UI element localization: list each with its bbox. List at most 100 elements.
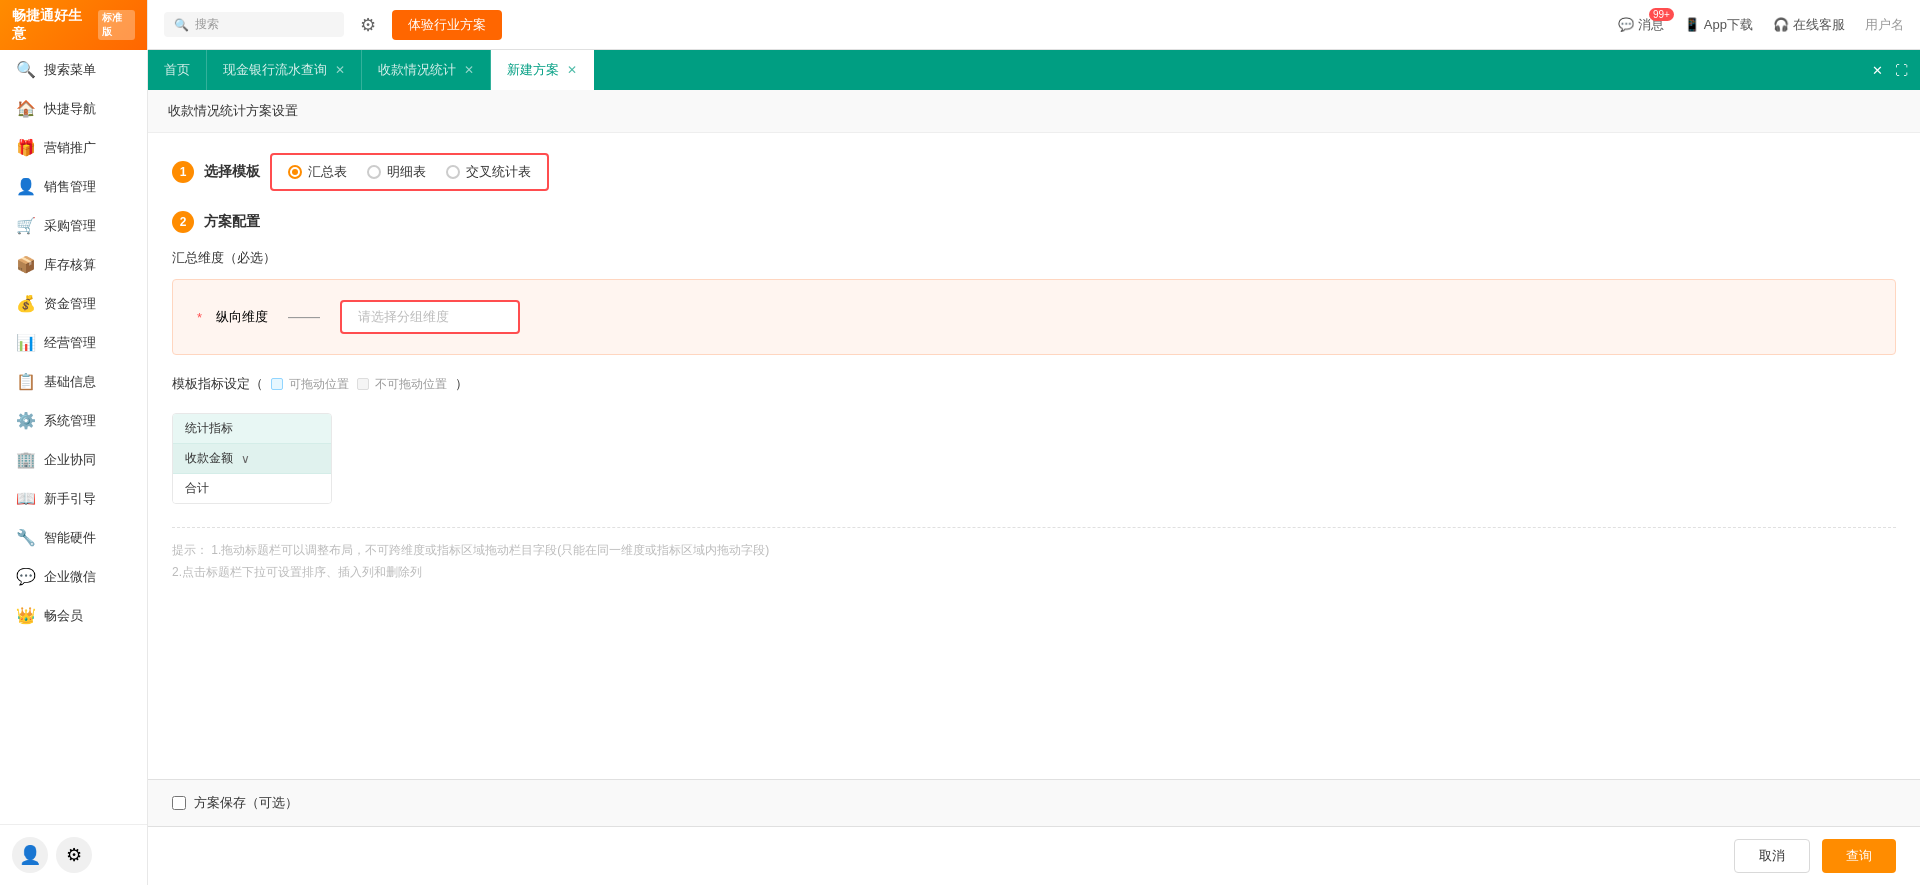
radio-cross-circle xyxy=(446,165,460,179)
sidebar-icon-sales: 👤 xyxy=(16,177,36,196)
user-label: 用户名 xyxy=(1865,16,1904,34)
search-bar[interactable]: 🔍 搜索 xyxy=(164,12,344,37)
sidebar-item-operations[interactable]: 📊经营管理 xyxy=(0,323,147,362)
sidebar-item-inventory[interactable]: 📦库存核算 xyxy=(0,245,147,284)
support-label: 在线客服 xyxy=(1793,16,1845,34)
sidebar-icon-member: 👑 xyxy=(16,606,36,625)
download-icon: 📱 xyxy=(1684,17,1700,32)
tab-new-plan[interactable]: 新建方案 ✕ xyxy=(491,50,594,90)
step1-title: 选择模板 xyxy=(204,163,260,181)
sidebar-icon-quick-nav: 🏠 xyxy=(16,99,36,118)
sidebar-label-enterprise: 企业协同 xyxy=(44,451,96,469)
tab-close-receipt-stats[interactable]: ✕ xyxy=(464,63,474,77)
tab-receipt-stats[interactable]: 收款情况统计 ✕ xyxy=(362,50,491,90)
search-icon: 🔍 xyxy=(174,18,189,32)
metrics-column-row[interactable]: 收款金额 ∨ xyxy=(173,444,331,474)
support-item[interactable]: 🎧 在线客服 xyxy=(1773,16,1845,34)
sidebar-label-finance: 资金管理 xyxy=(44,295,96,313)
metrics-dropdown-icon[interactable]: ∨ xyxy=(241,452,250,466)
tab-label-home: 首页 xyxy=(164,61,190,79)
sidebar-item-quick-nav[interactable]: 🏠 快捷导航 xyxy=(0,89,147,128)
radio-detail-circle xyxy=(367,165,381,179)
topbar: 🔍 搜索 ⚙ 体验行业方案 💬 消息 99+ 📱 App下载 🎧 在线客服 用户… xyxy=(148,0,1920,50)
radio-detail[interactable]: 明细表 xyxy=(367,163,426,181)
sidebar-item-wechat[interactable]: 💬企业微信 xyxy=(0,557,147,596)
query-button[interactable]: 查询 xyxy=(1822,839,1896,873)
sidebar-logo: 畅捷通好生意 标准版 xyxy=(0,0,147,50)
sidebar-item-sales[interactable]: 👤销售管理 xyxy=(0,167,147,206)
logo-text: 畅捷通好生意 xyxy=(12,7,94,43)
sidebar-item-enterprise[interactable]: 🏢 企业协同 xyxy=(0,440,147,479)
sidebar-item-marketing[interactable]: 🎁营销推广 xyxy=(0,128,147,167)
tab-close-bank-flow[interactable]: ✕ xyxy=(335,63,345,77)
trial-button[interactable]: 体验行业方案 xyxy=(392,10,502,40)
save-checkbox[interactable] xyxy=(172,796,186,810)
bottom-bar: 取消 查询 xyxy=(148,826,1920,885)
sidebar-icon-hardware: 🔧 xyxy=(16,528,36,547)
tabbar-maximize-icon[interactable]: ⛶ xyxy=(1895,63,1908,78)
settings-icon[interactable]: ⚙ xyxy=(360,14,376,36)
sidebar-label-search-menu: 搜索菜单 xyxy=(44,61,96,79)
page-header-title: 收款情况统计方案设置 xyxy=(168,103,298,118)
metrics-section-close: ） xyxy=(455,375,468,393)
step1-number: 1 xyxy=(172,161,194,183)
tab-close-new-plan[interactable]: ✕ xyxy=(567,63,577,77)
tabbar-close-icon[interactable]: ✕ xyxy=(1872,63,1883,78)
tabbar: 首页现金银行流水查询✕收款情况统计✕新建方案✕✕⛶ xyxy=(148,50,1920,90)
sidebar-item-hardware[interactable]: 🔧 智能硬件 xyxy=(0,518,147,557)
metrics-section-title: 模板指标设定（ xyxy=(172,375,263,393)
sidebar-icon-finance: 💰 xyxy=(16,294,36,313)
radio-summary-circle xyxy=(288,165,302,179)
sidebar-icon-search-menu: 🔍 xyxy=(16,60,36,79)
sidebar-label-wechat: 企业微信 xyxy=(44,568,96,586)
metrics-data-row: 合计 xyxy=(173,474,331,503)
sidebar-item-guide[interactable]: 📖 新手引导 xyxy=(0,479,147,518)
sidebar-icon-guide: 📖 xyxy=(16,489,36,508)
sidebar-footer: 👤 ⚙ xyxy=(0,824,147,885)
template-options: 汇总表 明细表 交叉统计表 xyxy=(270,153,549,191)
sidebar-label-guide: 新手引导 xyxy=(44,490,96,508)
sidebar-label-system: 系统管理 xyxy=(44,412,96,430)
sidebar-label-marketing: 营销推广 xyxy=(44,139,96,157)
tab-label-bank-flow: 现金银行流水查询 xyxy=(223,61,327,79)
sidebar-item-finance[interactable]: 💰 资金管理 xyxy=(0,284,147,323)
tabbar-actions: ✕⛶ xyxy=(1860,50,1920,90)
tab-label-new-plan: 新建方案 xyxy=(507,61,559,79)
radio-cross[interactable]: 交叉统计表 xyxy=(446,163,531,181)
tab-bank-flow[interactable]: 现金银行流水查询 ✕ xyxy=(207,50,362,90)
sidebar-label-hardware: 智能硬件 xyxy=(44,529,96,547)
sidebar-item-purchase[interactable]: 🛒采购管理 xyxy=(0,206,147,245)
sidebar-label-quick-nav: 快捷导航 xyxy=(44,100,96,118)
sidebar: 畅捷通好生意 标准版 🔍 搜索菜单 🏠 快捷导航 🎁营销推广👤销售管理🛒采购管理📦库存核… xyxy=(0,0,148,885)
sidebar-item-search-menu[interactable]: 🔍 搜索菜单 xyxy=(0,50,147,89)
sidebar-item-member[interactable]: 👑 畅会员 xyxy=(0,596,147,635)
notification-item[interactable]: 💬 消息 99+ xyxy=(1618,16,1664,34)
dimension-area: * 纵向维度 —— 请选择分组维度 xyxy=(172,279,1896,355)
sidebar-footer-btn-1[interactable]: 👤 xyxy=(12,837,48,873)
save-label: 方案保存（可选） xyxy=(194,794,298,812)
metrics-table: 统计指标 收款金额 ∨ 合计 xyxy=(172,413,332,504)
legend-dot-blue xyxy=(271,378,283,390)
legend-fixed: 不可拖动位置 xyxy=(357,376,447,393)
tab-label-receipt-stats: 收款情况统计 xyxy=(378,61,456,79)
form-container: 1 选择模板 汇总表 明细表 交叉统计表 xyxy=(148,133,1920,779)
sidebar-item-basic-info[interactable]: 📋基础信息 xyxy=(0,362,147,401)
dimension-input[interactable]: 请选择分组维度 xyxy=(340,300,520,334)
sidebar-item-system[interactable]: ⚙️系统管理 xyxy=(0,401,147,440)
sidebar-icon-enterprise: 🏢 xyxy=(16,450,36,469)
radio-summary[interactable]: 汇总表 xyxy=(288,163,347,181)
tip-line-1: 提示： 1.拖动标题栏可以调整布局，不可跨维度或指标区域拖动栏目字段(只能在同一… xyxy=(172,540,1896,562)
download-item[interactable]: 📱 App下载 xyxy=(1684,16,1753,34)
sidebar-label-member: 畅会员 xyxy=(44,607,83,625)
page-header: 收款情况统计方案设置 xyxy=(148,90,1920,133)
sidebar-icon-operations: 📊 xyxy=(16,333,36,352)
sidebar-label-inventory: 库存核算 xyxy=(44,256,96,274)
tab-home[interactable]: 首页 xyxy=(148,50,207,90)
sidebar-nav: 🔍 搜索菜单 🏠 快捷导航 🎁营销推广👤销售管理🛒采购管理📦库存核算 💰 资金管理 📊经营管理… xyxy=(0,50,147,824)
cancel-button[interactable]: 取消 xyxy=(1734,839,1810,873)
tip-line-2: 2.点击标题栏下拉可设置排序、插入列和删除列 xyxy=(172,562,1896,584)
required-star: * xyxy=(197,310,202,325)
metrics-section: 模板指标设定（ 可拖动位置 不可拖动位置 ） 统计指标 xyxy=(172,375,1896,507)
radio-summary-label: 汇总表 xyxy=(308,163,347,181)
sidebar-footer-btn-2[interactable]: ⚙ xyxy=(56,837,92,873)
